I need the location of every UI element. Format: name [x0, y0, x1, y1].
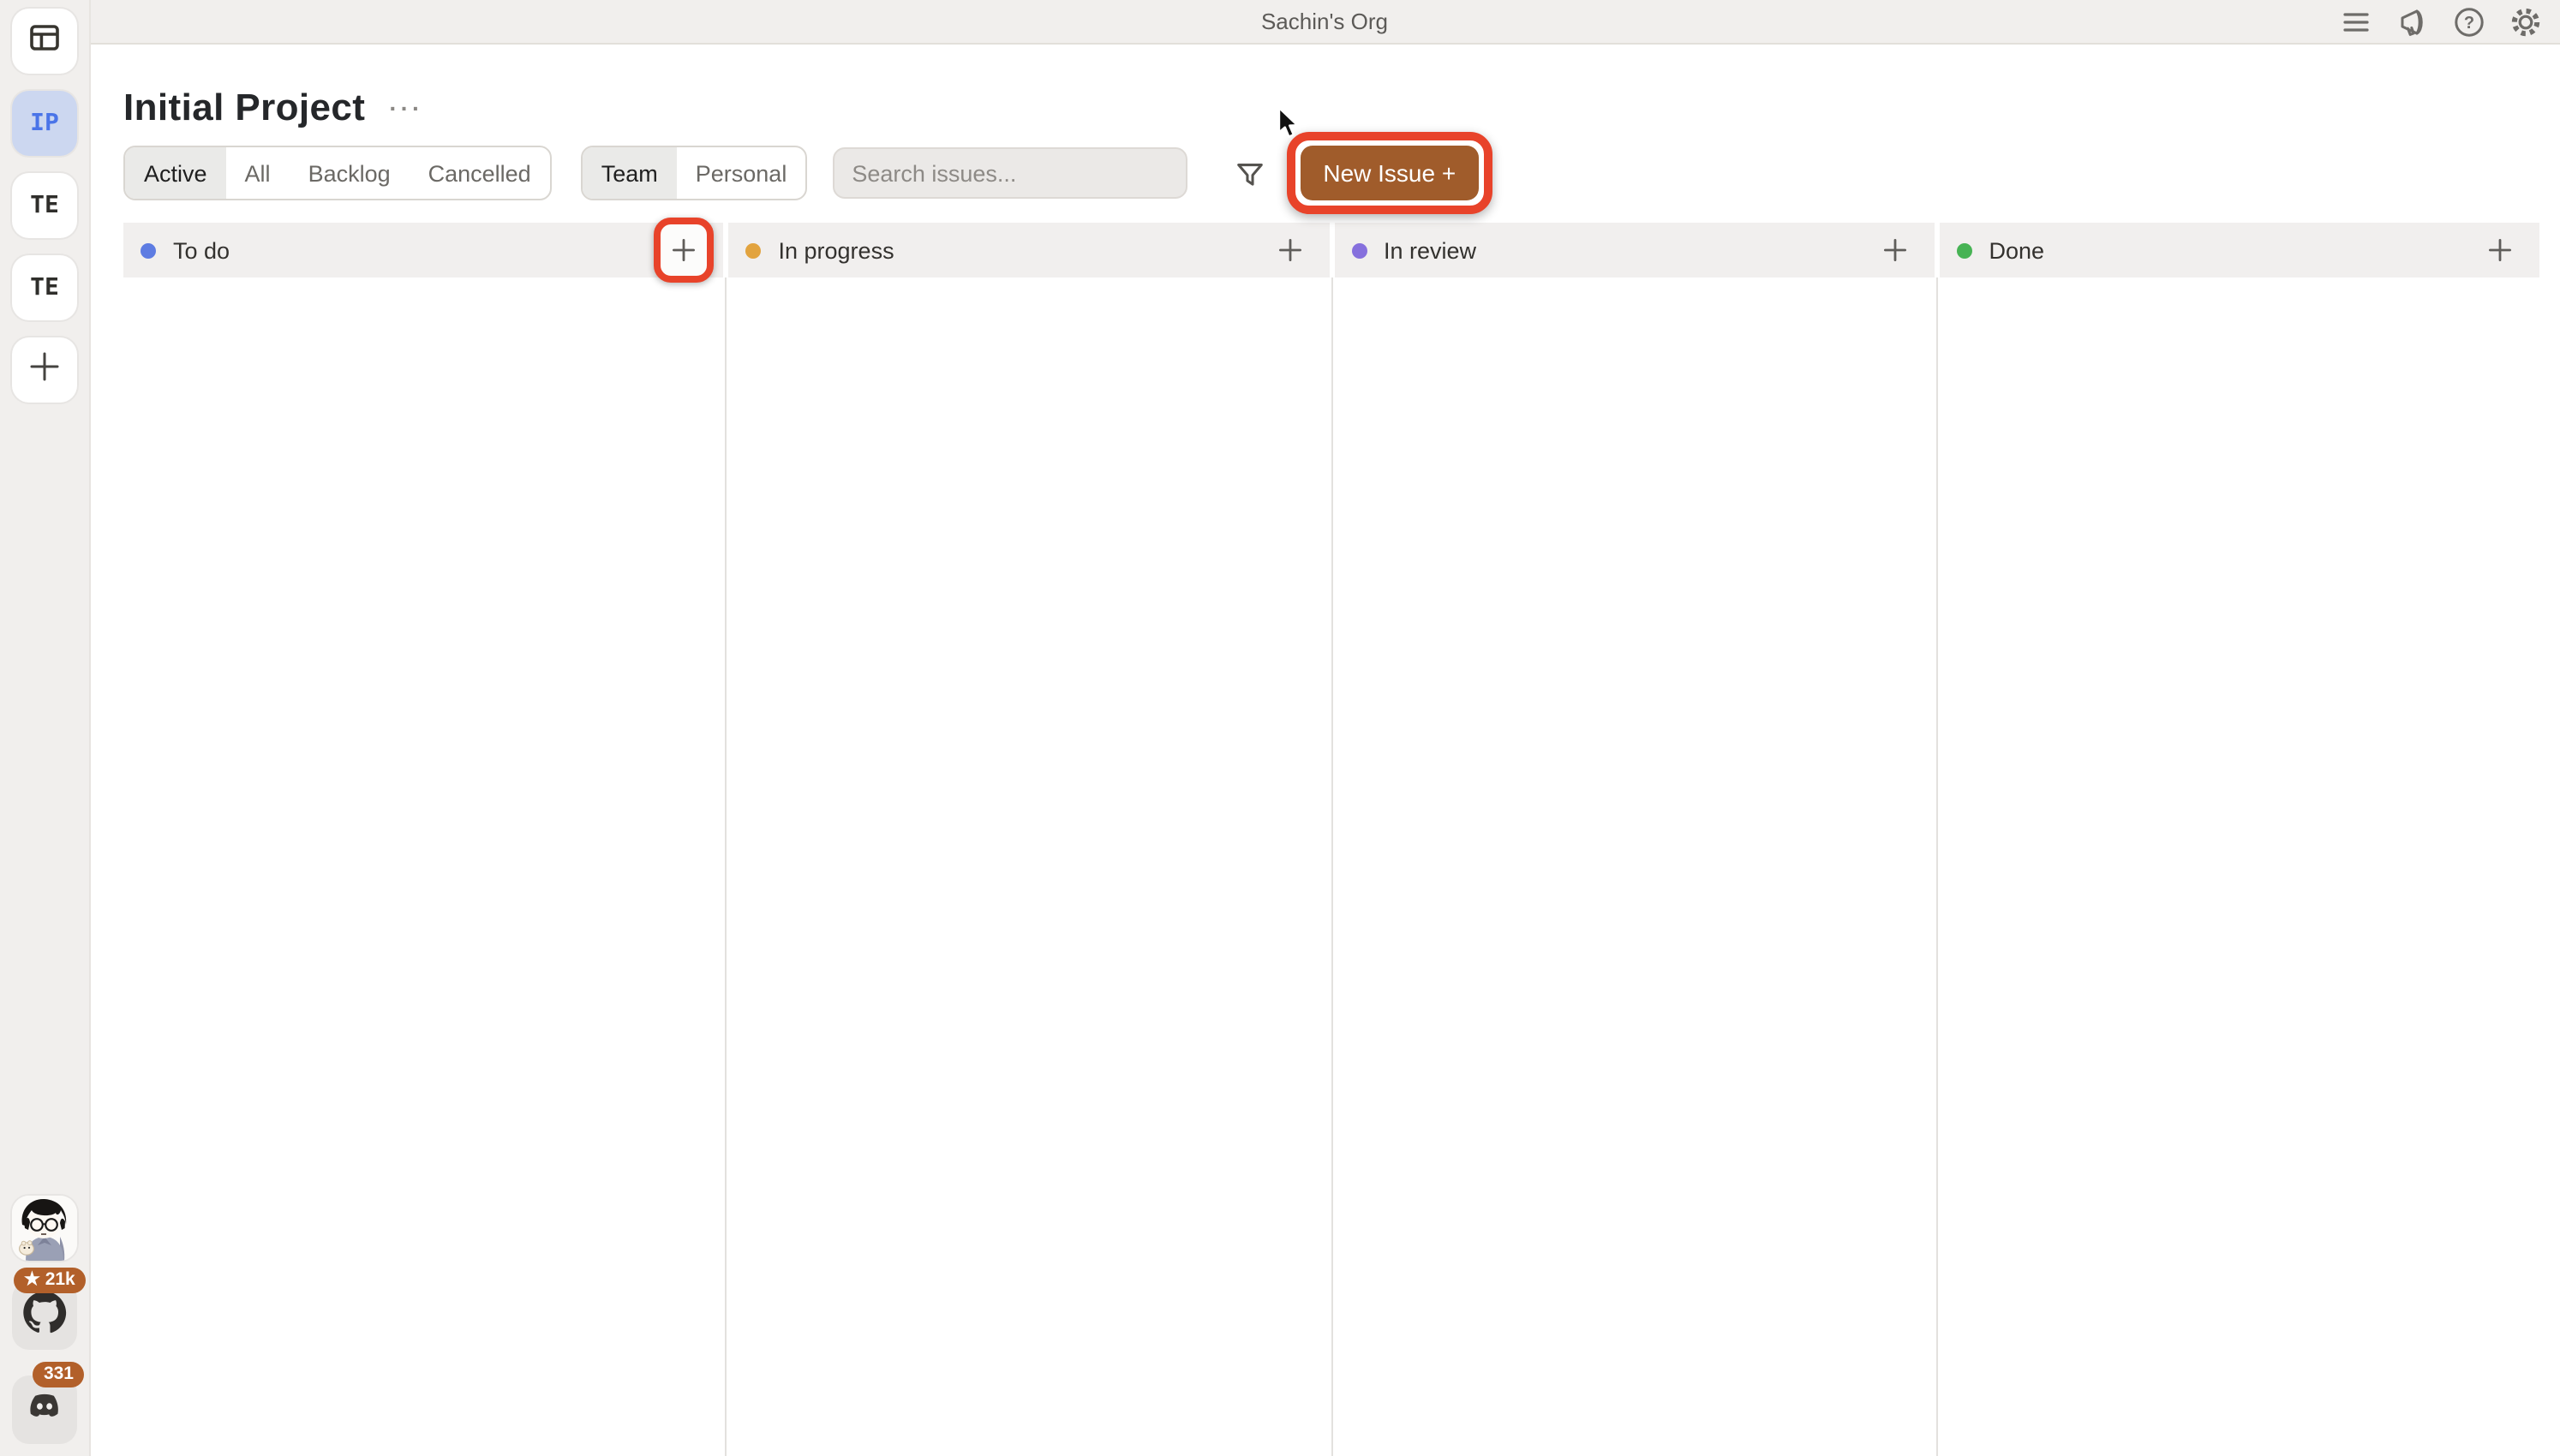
- sidebar-item-team-te-1[interactable]: TE: [12, 173, 77, 238]
- column-title: In review: [1384, 237, 1476, 263]
- discord-icon: [24, 1386, 65, 1434]
- new-issue-button[interactable]: New Issue +: [1301, 146, 1478, 200]
- sidebar-item-workspace-overview[interactable]: [12, 9, 77, 74]
- tab-backlog[interactable]: Backlog: [290, 147, 410, 199]
- org-title: Sachin's Org: [89, 0, 2560, 43]
- column-title: In progress: [779, 237, 894, 263]
- layout-icon: [26, 19, 63, 63]
- add-issue-todo-button[interactable]: [662, 228, 707, 272]
- tab-personal[interactable]: Personal: [677, 147, 806, 199]
- status-dot-in-progress: [746, 242, 762, 258]
- sidebar-item-label: TE: [30, 274, 59, 301]
- status-dot-todo: [141, 242, 156, 258]
- scope-filter-tabs: Team Personal: [581, 146, 808, 200]
- column-title: To do: [173, 237, 230, 263]
- sidebar-item-project-ip[interactable]: IP: [12, 91, 77, 156]
- column-header-in-review: In review: [1334, 223, 1935, 277]
- column-in-progress: In progress: [729, 223, 1330, 1456]
- tab-team[interactable]: Team: [583, 147, 677, 199]
- topbar-icon-group: ?: [2339, 0, 2543, 43]
- column-todo: To do: [123, 223, 724, 1456]
- kanban-board: To do In progress: [123, 223, 2539, 1456]
- sidebar-item-team-te-2[interactable]: TE: [12, 255, 77, 320]
- workspace-sidebar: IP TE TE: [0, 0, 91, 1456]
- github-link[interactable]: ★ 21k: [12, 1281, 77, 1350]
- sidebar-item-label: TE: [30, 192, 59, 219]
- column-header-todo: To do: [123, 223, 724, 277]
- column-done: Done: [1940, 223, 2540, 1456]
- plus-icon: [673, 238, 697, 262]
- page-title-row: Initial Project ···: [123, 86, 2560, 130]
- tab-active[interactable]: Active: [125, 147, 226, 199]
- column-header-done: Done: [1940, 223, 2540, 277]
- user-avatar[interactable]: [12, 1196, 77, 1261]
- announcement-icon[interactable]: [2396, 4, 2430, 39]
- top-bar: Sachin's Org ?: [0, 0, 2560, 45]
- sidebar-item-label: IP: [30, 110, 59, 137]
- add-issue-in-review-button[interactable]: [1873, 228, 1917, 272]
- github-stars-badge: ★ 21k: [14, 1268, 86, 1293]
- add-issue-done-button[interactable]: [2478, 228, 2522, 272]
- github-stars-count: 21k: [45, 1269, 75, 1290]
- status-filter-tabs: Active All Backlog Cancelled: [123, 146, 552, 200]
- plus-icon: [1883, 238, 1907, 262]
- column-header-in-progress: In progress: [729, 223, 1330, 277]
- column-in-review: In review: [1334, 223, 1935, 1456]
- discord-count-badge: 331: [33, 1362, 84, 1387]
- plus-icon: [2488, 238, 2512, 262]
- svg-text:?: ?: [2464, 13, 2474, 32]
- github-icon: [22, 1290, 67, 1341]
- avatar-illustration: [12, 1196, 77, 1261]
- filter-row: Active All Backlog Cancelled Team Person…: [123, 147, 2560, 199]
- more-options-icon[interactable]: ···: [389, 94, 423, 122]
- tab-cancelled[interactable]: Cancelled: [410, 147, 550, 199]
- add-workspace-button[interactable]: [12, 337, 77, 403]
- plus-icon: [1277, 238, 1301, 262]
- plus-icon: [27, 349, 62, 391]
- new-issue-highlight-ring: New Issue +: [1287, 132, 1492, 214]
- discord-link[interactable]: 331: [12, 1375, 77, 1444]
- tab-all[interactable]: All: [226, 147, 290, 199]
- status-dot-done: [1957, 242, 1972, 258]
- main-content: Initial Project ··· Active All Backlog C…: [89, 45, 2560, 1456]
- help-icon[interactable]: ?: [2452, 4, 2486, 39]
- settings-icon[interactable]: [2509, 4, 2543, 39]
- page-title: Initial Project: [123, 86, 365, 130]
- add-issue-in-progress-button[interactable]: [1267, 228, 1312, 272]
- star-icon: ★: [24, 1269, 40, 1290]
- tracker-app: Sachin's Org ?: [0, 0, 2560, 1456]
- filter-icon[interactable]: [1234, 157, 1266, 189]
- menu-icon[interactable]: [2339, 4, 2373, 39]
- search-input[interactable]: [833, 147, 1187, 199]
- column-title: Done: [1989, 237, 2045, 263]
- status-dot-in-review: [1351, 242, 1367, 258]
